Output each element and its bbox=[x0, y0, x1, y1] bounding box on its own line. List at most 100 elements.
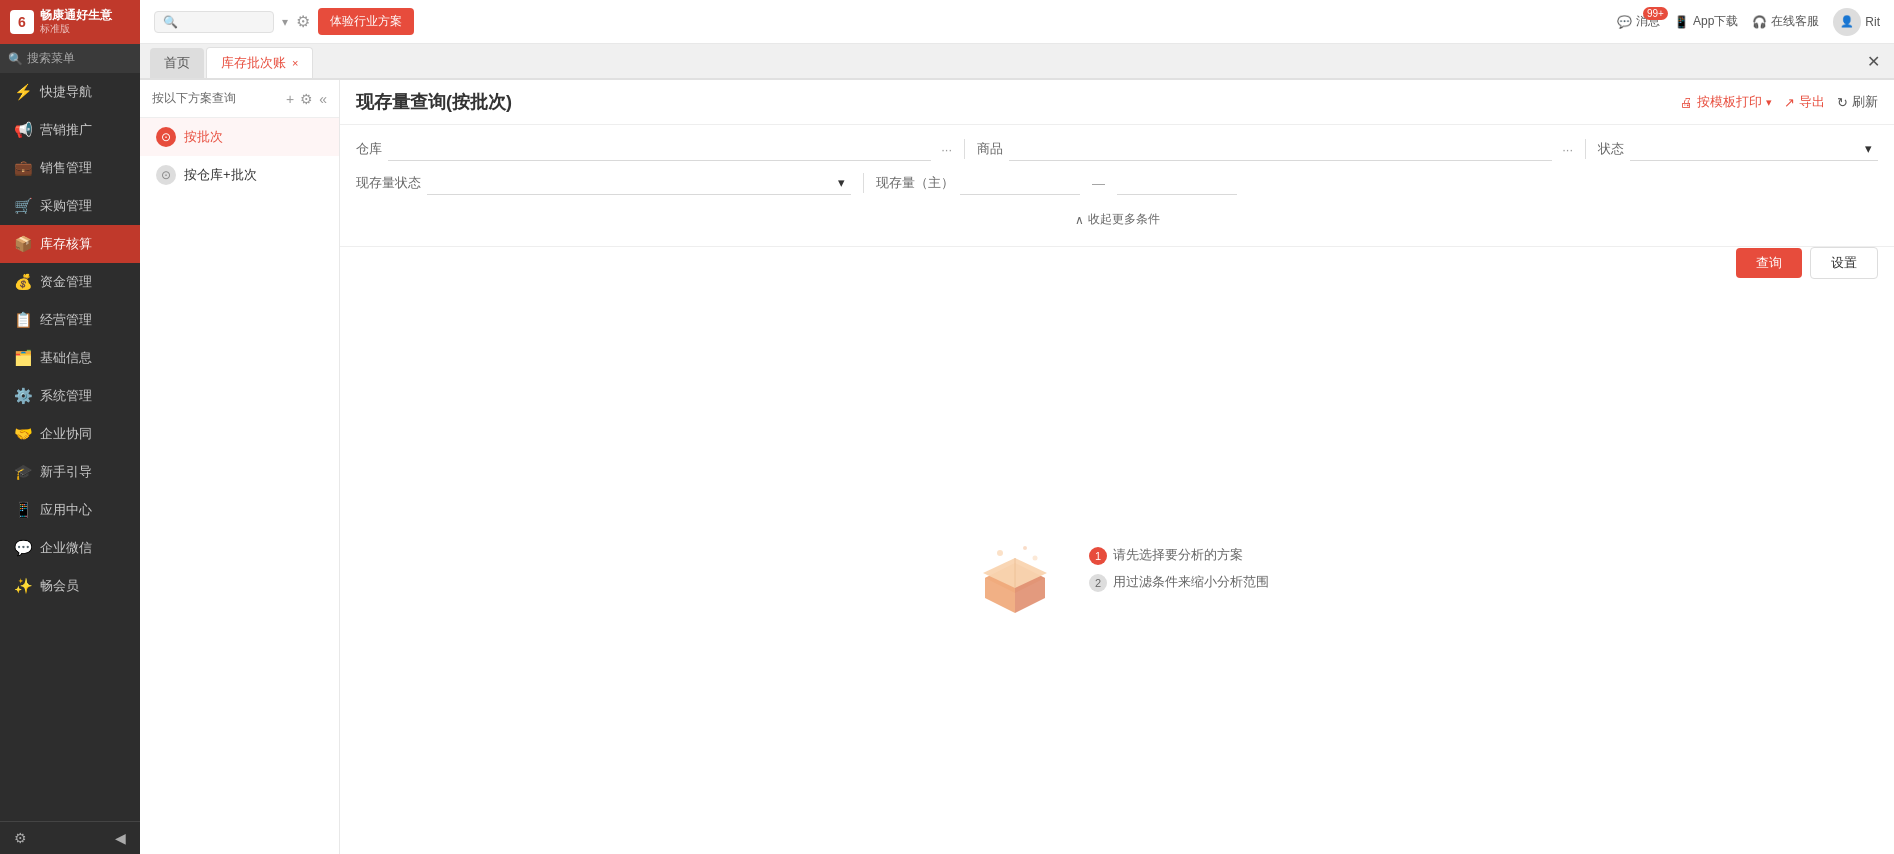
online-support-label: 在线客服 bbox=[1771, 13, 1819, 30]
tabs-close-all-btn[interactable]: ✕ bbox=[1867, 52, 1880, 71]
online-support-btn[interactable]: 🎧 在线客服 bbox=[1752, 13, 1819, 30]
goods-input[interactable] bbox=[1009, 137, 1552, 161]
sidebar-item-operations[interactable]: 📋 经营管理 bbox=[0, 301, 140, 339]
query-btn[interactable]: 查询 bbox=[1736, 248, 1802, 278]
topbar-right: 💬 消息 99+ 📱 App下载 🎧 在线客服 👤 Rit bbox=[1617, 8, 1880, 36]
svg-point-5 bbox=[997, 550, 1003, 556]
left-panel: 按以下方案查询 + ⚙ « ⊙ 按批次 ⊙ 按仓库+批次 bbox=[140, 80, 340, 854]
sidebar-item-label: 采购管理 bbox=[40, 197, 92, 215]
sidebar-item-enterprise[interactable]: 🤝 企业协同 bbox=[0, 415, 140, 453]
marketing-icon: 📢 bbox=[14, 121, 32, 139]
sidebar-item-marketing[interactable]: 📢 营销推广 bbox=[0, 111, 140, 149]
filter-row-1: 仓库 ··· 商品 ··· 状态 ▾ bbox=[356, 137, 1878, 161]
collapse-icon: ∧ bbox=[1075, 213, 1084, 227]
message-badge: 99+ bbox=[1643, 7, 1668, 20]
quick-nav-icon: ⚡ bbox=[14, 83, 32, 101]
avatar: 👤 bbox=[1833, 8, 1861, 36]
collapse-sidebar-icon[interactable]: ◀ bbox=[115, 830, 126, 846]
sidebar-item-basics[interactable]: 🗂️ 基础信息 bbox=[0, 339, 140, 377]
sidebar-item-member[interactable]: ✨ 畅会员 bbox=[0, 567, 140, 605]
avatar-placeholder: 👤 bbox=[1840, 15, 1854, 28]
empty-image bbox=[965, 523, 1065, 623]
sidebar-item-label: 企业协同 bbox=[40, 425, 92, 443]
sidebar-item-label: 新手引导 bbox=[40, 463, 92, 481]
filter-inventory-qty: 现存量（主） — bbox=[876, 171, 1371, 195]
sidebar-item-system[interactable]: ⚙️ 系统管理 bbox=[0, 377, 140, 415]
left-panel-title: 按以下方案查询 bbox=[152, 90, 236, 107]
message-icon: 💬 bbox=[1617, 15, 1632, 29]
sidebar-item-inventory[interactable]: 📦 库存核算 bbox=[0, 225, 140, 263]
search-menu[interactable]: 🔍 搜索菜单 bbox=[0, 44, 140, 73]
sidebar-item-wechat[interactable]: 💬 企业微信 bbox=[0, 529, 140, 567]
purchase-icon: 🛒 bbox=[14, 197, 32, 215]
empty-step-1-text: 请先选择要分析的方案 bbox=[1113, 546, 1243, 564]
inventory-qty-max[interactable] bbox=[1117, 171, 1237, 195]
right-main: 现存量查询(按批次) 🖨 按模板打印 ▾ ↗ 导出 ↻ 刷新 bbox=[340, 80, 1894, 854]
warehouse-batch-icon: ⊙ bbox=[156, 165, 176, 185]
print-dropdown-icon[interactable]: ▾ bbox=[1766, 96, 1772, 109]
filter-inventory-status: 现存量状态 ▾ bbox=[356, 171, 851, 195]
warehouse-more-btn[interactable]: ··· bbox=[941, 142, 952, 157]
sidebar-item-label: 企业微信 bbox=[40, 539, 92, 557]
headset-icon: 🎧 bbox=[1752, 15, 1767, 29]
inventory-qty-min[interactable] bbox=[960, 171, 1080, 195]
template-print-btn[interactable]: 🖨 按模板打印 ▾ bbox=[1680, 93, 1772, 111]
experience-btn[interactable]: 体验行业方案 bbox=[318, 8, 414, 35]
user-menu[interactable]: 👤 Rit bbox=[1833, 8, 1880, 36]
status-dropdown-icon: ▾ bbox=[1865, 141, 1872, 156]
sidebar-item-label: 销售管理 bbox=[40, 159, 92, 177]
add-scheme-btn[interactable]: + bbox=[286, 91, 294, 107]
scheme-item-batch[interactable]: ⊙ 按批次 bbox=[140, 118, 339, 156]
sidebar-item-purchase[interactable]: 🛒 采购管理 bbox=[0, 187, 140, 225]
filter-warehouse: 仓库 ··· bbox=[356, 137, 952, 161]
scheme-settings-icon[interactable]: ⚙ bbox=[300, 91, 313, 107]
inventory-icon: 📦 bbox=[14, 235, 32, 253]
finance-icon: 💰 bbox=[14, 273, 32, 291]
print-icon: 🖨 bbox=[1680, 95, 1693, 110]
inventory-status-select[interactable]: ▾ bbox=[427, 171, 851, 195]
scheme-item-warehouse-batch[interactable]: ⊙ 按仓库+批次 bbox=[140, 156, 339, 194]
export-icon: ↗ bbox=[1784, 95, 1795, 110]
dropdown-icon[interactable]: ▾ bbox=[282, 15, 288, 29]
settings-btn[interactable]: 设置 bbox=[1810, 247, 1878, 279]
app-version: 标准版 bbox=[40, 22, 112, 36]
goods-more-btn[interactable]: ··· bbox=[1562, 142, 1573, 157]
export-btn[interactable]: ↗ 导出 bbox=[1784, 93, 1825, 111]
warehouse-label: 仓库 bbox=[356, 140, 382, 158]
member-icon: ✨ bbox=[14, 577, 32, 595]
sidebar-item-newbie[interactable]: 🎓 新手引导 bbox=[0, 453, 140, 491]
topbar-search-box[interactable]: 🔍 bbox=[154, 11, 274, 33]
tab-close-icon[interactable]: × bbox=[292, 57, 298, 69]
sidebar-item-label: 营销推广 bbox=[40, 121, 92, 139]
divider-2 bbox=[1585, 139, 1586, 159]
refresh-btn[interactable]: ↻ 刷新 bbox=[1837, 93, 1878, 111]
tab-inventory-batch[interactable]: 库存批次账 × bbox=[206, 47, 313, 78]
collapse-label: 收起更多条件 bbox=[1088, 211, 1160, 228]
tab-home-label: 首页 bbox=[164, 54, 190, 72]
sidebar-item-quick-nav[interactable]: ⚡ 快捷导航 bbox=[0, 73, 140, 111]
sidebar-item-finance[interactable]: 💰 资金管理 bbox=[0, 263, 140, 301]
sidebar-item-label: 库存核算 bbox=[40, 235, 92, 253]
collapse-panel-icon[interactable]: « bbox=[319, 91, 327, 107]
sidebar-item-sales[interactable]: 💼 销售管理 bbox=[0, 149, 140, 187]
tab-home[interactable]: 首页 bbox=[150, 48, 204, 78]
settings-icon[interactable]: ⚙ bbox=[14, 830, 27, 846]
wechat-icon: 💬 bbox=[14, 539, 32, 557]
tabs-bar: 首页 库存批次账 × ✕ bbox=[140, 44, 1894, 80]
warehouse-input[interactable] bbox=[388, 137, 931, 161]
status-select[interactable]: ▾ bbox=[1630, 137, 1878, 161]
inventory-status-label: 现存量状态 bbox=[356, 174, 421, 192]
tabs-right: ✕ bbox=[1867, 52, 1880, 71]
newbie-icon: 🎓 bbox=[14, 463, 32, 481]
sidebar-item-apps[interactable]: 📱 应用中心 bbox=[0, 491, 140, 529]
topbar-gear-icon[interactable]: ⚙ bbox=[296, 12, 310, 31]
svg-point-7 bbox=[1033, 555, 1038, 560]
refresh-label: 刷新 bbox=[1852, 93, 1878, 111]
message-btn[interactable]: 💬 消息 99+ bbox=[1617, 13, 1660, 30]
operations-icon: 📋 bbox=[14, 311, 32, 329]
phone-icon: 📱 bbox=[1674, 15, 1689, 29]
collapse-btn[interactable]: ∧ 收起更多条件 bbox=[1075, 205, 1160, 234]
sidebar-item-label: 应用中心 bbox=[40, 501, 92, 519]
app-download-btn[interactable]: 📱 App下载 bbox=[1674, 13, 1738, 30]
page-actions: 🖨 按模板打印 ▾ ↗ 导出 ↻ 刷新 bbox=[1680, 93, 1878, 111]
